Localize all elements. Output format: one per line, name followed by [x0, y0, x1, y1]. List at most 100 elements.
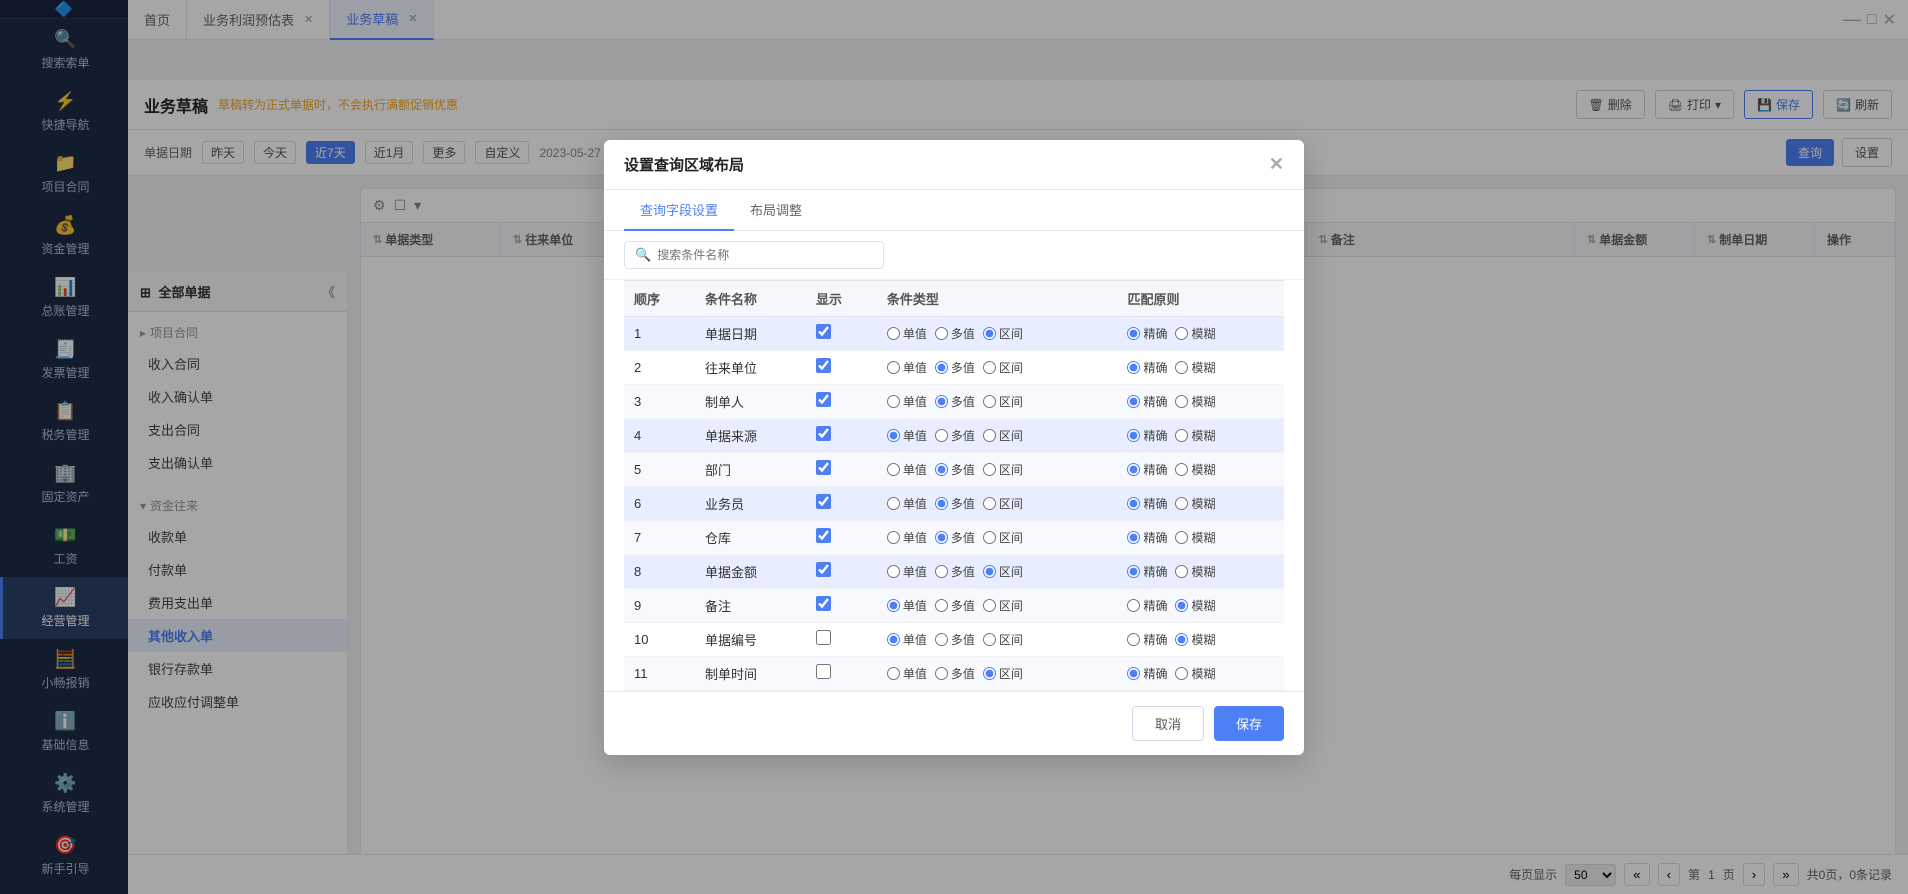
radio-input[interactable] — [983, 395, 996, 408]
match-radio-option[interactable]: 模糊 — [1175, 563, 1215, 580]
radio-input[interactable] — [887, 395, 900, 408]
match-radio-option[interactable]: 精确 — [1127, 665, 1167, 682]
radio-option[interactable]: 区间 — [983, 461, 1023, 478]
match-radio-input[interactable] — [1127, 667, 1140, 680]
radio-input[interactable] — [887, 327, 900, 340]
radio-option[interactable]: 单值 — [887, 597, 927, 614]
radio-option[interactable]: 多值 — [935, 359, 975, 376]
radio-option[interactable]: 区间 — [983, 427, 1023, 444]
row-show-checkbox[interactable] — [816, 460, 831, 475]
radio-input[interactable] — [935, 327, 948, 340]
match-radio-option[interactable]: 精确 — [1127, 393, 1167, 410]
radio-input[interactable] — [935, 463, 948, 476]
radio-input[interactable] — [983, 565, 996, 578]
radio-option[interactable]: 区间 — [983, 325, 1023, 342]
dialog-save-button[interactable]: 保存 — [1214, 706, 1284, 741]
radio-input[interactable] — [935, 599, 948, 612]
radio-option[interactable]: 多值 — [935, 631, 975, 648]
radio-input[interactable] — [935, 667, 948, 680]
match-radio-input[interactable] — [1175, 429, 1188, 442]
radio-option[interactable]: 单值 — [887, 393, 927, 410]
dialog-tab-field-settings[interactable]: 查询字段设置 — [624, 190, 734, 231]
match-radio-option[interactable]: 模糊 — [1175, 325, 1215, 342]
radio-input[interactable] — [983, 463, 996, 476]
match-radio-input[interactable] — [1127, 497, 1140, 510]
match-radio-input[interactable] — [1175, 463, 1188, 476]
radio-input[interactable] — [983, 667, 996, 680]
radio-input[interactable] — [887, 497, 900, 510]
match-radio-option[interactable]: 精确 — [1127, 563, 1167, 580]
match-radio-option[interactable]: 精确 — [1127, 325, 1167, 342]
radio-option[interactable]: 多值 — [935, 325, 975, 342]
match-radio-input[interactable] — [1175, 361, 1188, 374]
radio-input[interactable] — [887, 633, 900, 646]
match-radio-option[interactable]: 模糊 — [1175, 393, 1215, 410]
row-show-checkbox[interactable] — [816, 494, 831, 509]
match-radio-option[interactable]: 模糊 — [1175, 597, 1215, 614]
radio-option[interactable]: 单值 — [887, 631, 927, 648]
match-radio-option[interactable]: 模糊 — [1175, 495, 1215, 512]
match-radio-option[interactable]: 模糊 — [1175, 631, 1215, 648]
radio-option[interactable]: 多值 — [935, 563, 975, 580]
row-show-checkbox[interactable] — [816, 630, 831, 645]
radio-input[interactable] — [887, 463, 900, 476]
radio-option[interactable]: 多值 — [935, 393, 975, 410]
radio-option[interactable]: 单值 — [887, 359, 927, 376]
radio-option[interactable]: 多值 — [935, 461, 975, 478]
radio-option[interactable]: 区间 — [983, 665, 1023, 682]
radio-input[interactable] — [935, 497, 948, 510]
radio-input[interactable] — [887, 361, 900, 374]
match-radio-option[interactable]: 模糊 — [1175, 461, 1215, 478]
radio-input[interactable] — [983, 327, 996, 340]
radio-input[interactable] — [983, 531, 996, 544]
match-radio-input[interactable] — [1175, 667, 1188, 680]
match-radio-input[interactable] — [1127, 599, 1140, 612]
radio-input[interactable] — [935, 633, 948, 646]
radio-input[interactable] — [935, 361, 948, 374]
radio-option[interactable]: 区间 — [983, 529, 1023, 546]
row-show-checkbox[interactable] — [816, 596, 831, 611]
radio-option[interactable]: 多值 — [935, 529, 975, 546]
radio-option[interactable]: 区间 — [983, 393, 1023, 410]
match-radio-input[interactable] — [1175, 565, 1188, 578]
dialog-search-input[interactable] — [657, 248, 857, 262]
radio-input[interactable] — [887, 429, 900, 442]
match-radio-option[interactable]: 精确 — [1127, 427, 1167, 444]
match-radio-input[interactable] — [1175, 327, 1188, 340]
match-radio-input[interactable] — [1127, 463, 1140, 476]
match-radio-option[interactable]: 模糊 — [1175, 665, 1215, 682]
row-show-checkbox[interactable] — [816, 562, 831, 577]
radio-option[interactable]: 多值 — [935, 665, 975, 682]
match-radio-input[interactable] — [1127, 429, 1140, 442]
radio-option[interactable]: 区间 — [983, 495, 1023, 512]
radio-option[interactable]: 多值 — [935, 495, 975, 512]
radio-option[interactable]: 单值 — [887, 495, 927, 512]
radio-option[interactable]: 多值 — [935, 427, 975, 444]
radio-option[interactable]: 区间 — [983, 563, 1023, 580]
radio-input[interactable] — [935, 565, 948, 578]
radio-option[interactable]: 区间 — [983, 597, 1023, 614]
radio-input[interactable] — [935, 395, 948, 408]
dialog-cancel-button[interactable]: 取消 — [1132, 706, 1204, 741]
match-radio-input[interactable] — [1175, 395, 1188, 408]
match-radio-option[interactable]: 模糊 — [1175, 427, 1215, 444]
row-show-checkbox[interactable] — [816, 426, 831, 441]
match-radio-input[interactable] — [1175, 599, 1188, 612]
match-radio-input[interactable] — [1175, 497, 1188, 510]
radio-option[interactable]: 区间 — [983, 359, 1023, 376]
radio-input[interactable] — [887, 599, 900, 612]
radio-option[interactable]: 单值 — [887, 529, 927, 546]
match-radio-option[interactable]: 模糊 — [1175, 359, 1215, 376]
radio-option[interactable]: 单值 — [887, 665, 927, 682]
radio-option[interactable]: 区间 — [983, 631, 1023, 648]
match-radio-option[interactable]: 精确 — [1127, 461, 1167, 478]
row-show-checkbox[interactable] — [816, 392, 831, 407]
radio-input[interactable] — [887, 565, 900, 578]
match-radio-input[interactable] — [1127, 395, 1140, 408]
match-radio-option[interactable]: 精确 — [1127, 495, 1167, 512]
match-radio-option[interactable]: 精确 — [1127, 631, 1167, 648]
radio-input[interactable] — [983, 361, 996, 374]
radio-input[interactable] — [887, 531, 900, 544]
match-radio-input[interactable] — [1175, 633, 1188, 646]
radio-option[interactable]: 单值 — [887, 427, 927, 444]
